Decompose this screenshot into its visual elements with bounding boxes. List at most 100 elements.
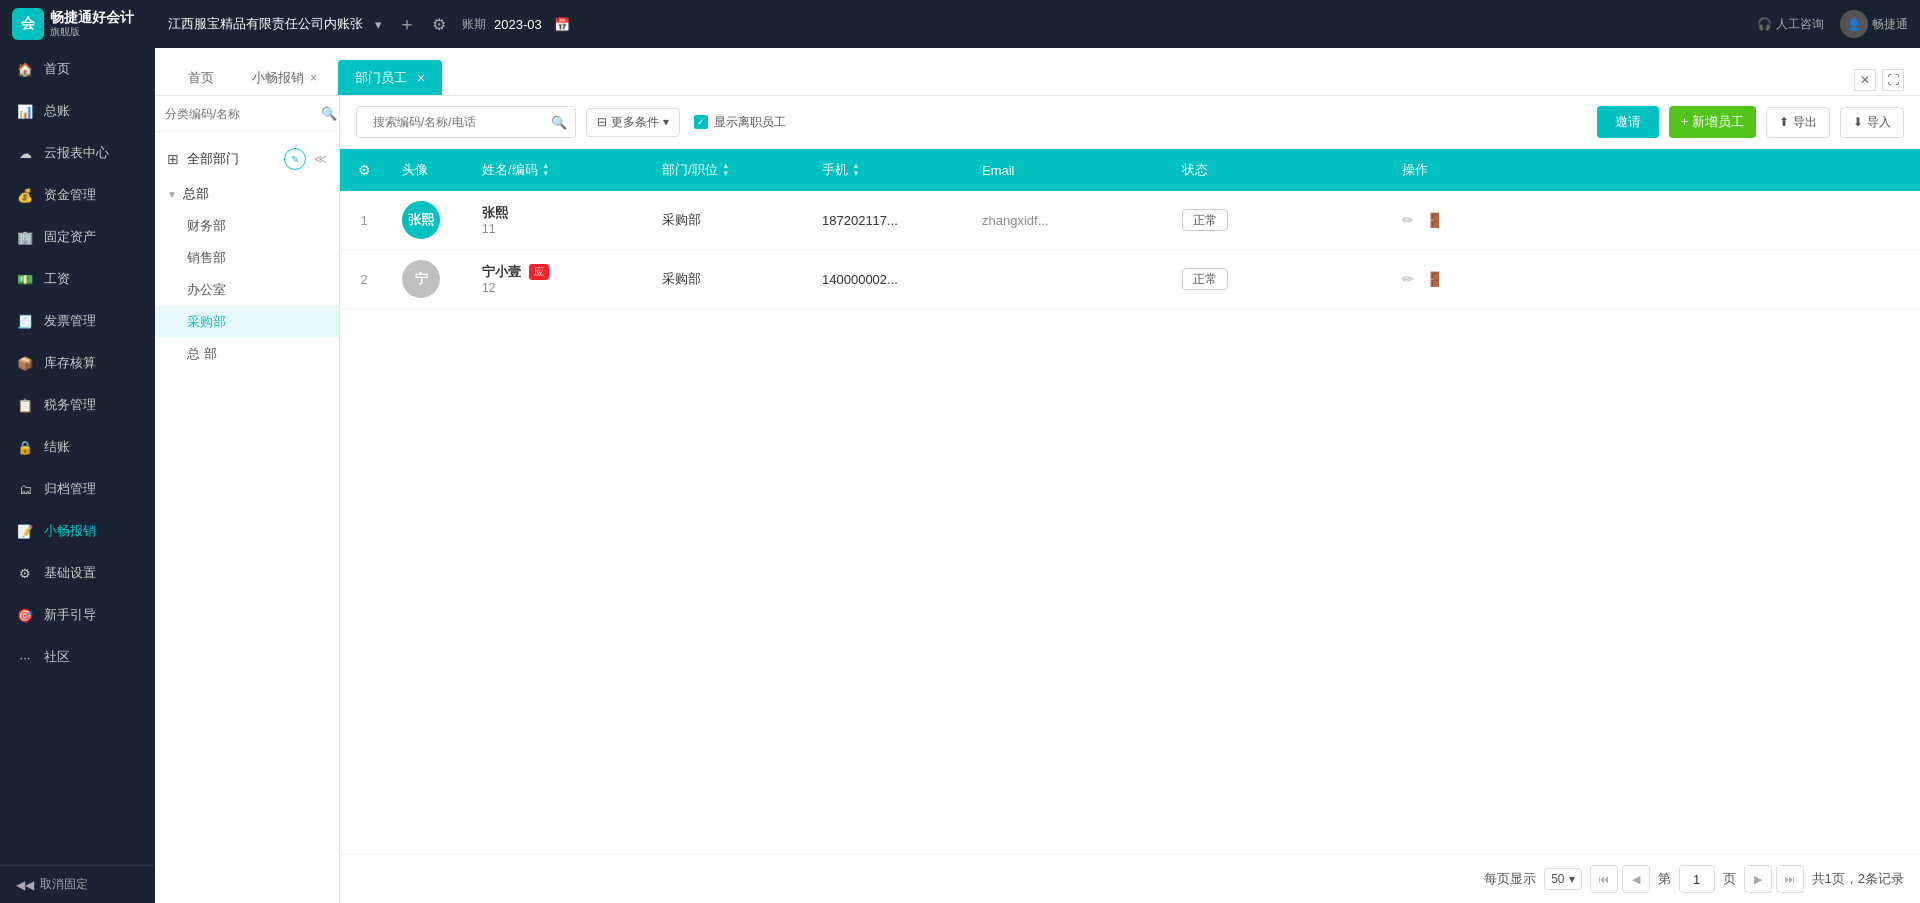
dept-edit-badge[interactable]: ✎	[284, 148, 306, 170]
page-size-select[interactable]: 50 ▾	[1544, 868, 1581, 890]
td-avatar: 张熙	[388, 191, 468, 250]
th-dept[interactable]: 部门/职位 ▲▼	[648, 149, 808, 191]
dept-child-purchase[interactable]: 采购部	[155, 306, 339, 338]
sidebar-label-invoice: 发票管理	[44, 312, 96, 330]
dept-child-general[interactable]: 总 部	[155, 338, 339, 370]
sidebar-unpin[interactable]: ◀◀ 取消固定	[0, 865, 155, 903]
employee-search-input[interactable]	[365, 111, 545, 133]
dept-search-input[interactable]	[165, 107, 315, 121]
content-area: 首页 小畅报销 × 部门员工 × ✕ ⛶ 🔍	[155, 48, 1920, 903]
expense-icon: 📝	[16, 522, 34, 540]
dept-child-sales[interactable]: 销售部	[155, 242, 339, 274]
user-label: 畅捷通	[1872, 16, 1908, 33]
sidebar-item-more[interactable]: ··· 社区	[0, 636, 155, 678]
sidebar-label-salary: 工资	[44, 270, 70, 288]
edit-icon[interactable]: ✏	[1402, 212, 1414, 228]
export-button[interactable]: ⬆ 导出	[1766, 107, 1830, 138]
page-next-btn[interactable]: ▶	[1744, 865, 1772, 893]
dept-search-icon[interactable]: 🔍	[321, 106, 337, 121]
dept-collapse-icon[interactable]: ≪	[314, 152, 327, 166]
period-value[interactable]: 2023-03	[494, 17, 542, 32]
tab-maximize[interactable]: ⛶	[1882, 69, 1904, 91]
sidebar-label-expense: 小畅报销	[44, 522, 96, 540]
page-prev-btn[interactable]: ◀	[1622, 865, 1650, 893]
logo-icon: 会	[12, 8, 44, 40]
sidebar-item-checkout[interactable]: 🔒 结账	[0, 426, 155, 468]
show-resigned-toggle[interactable]: ✓ 显示离职员工	[694, 114, 786, 131]
dept-child-finance[interactable]: 财务部	[155, 210, 339, 242]
tax-icon: 📋	[16, 396, 34, 414]
dept-office-label: 办公室	[187, 282, 226, 297]
sidebar-item-cloud-report[interactable]: ☁ 云报表中心	[0, 132, 155, 174]
service-button[interactable]: 🎧 人工咨询	[1757, 16, 1824, 33]
dept-general-label: 总 部	[187, 346, 217, 361]
invoice-icon: 🧾	[16, 312, 34, 330]
tab-expense-close[interactable]: ×	[310, 71, 317, 85]
sidebar-item-fund[interactable]: 💰 资金管理	[0, 174, 155, 216]
import-button[interactable]: ⬇ 导入	[1840, 107, 1904, 138]
per-page-label: 每页显示	[1484, 870, 1536, 888]
delete-icon[interactable]: 🚪	[1426, 212, 1443, 228]
sidebar-label-inventory: 库存核算	[44, 354, 96, 372]
sidebar-item-tax[interactable]: 📋 税务管理	[0, 384, 155, 426]
tab-dept-employee[interactable]: 部门员工 ×	[338, 60, 442, 95]
tab-dept-close[interactable]: ×	[417, 70, 425, 86]
table-header-row: ⚙ 头像 姓名/编码 ▲▼	[340, 149, 1920, 191]
page-first-btn[interactable]: ⏮	[1590, 865, 1618, 893]
delete-icon[interactable]: 🚪	[1426, 271, 1443, 287]
th-email: Email	[968, 149, 1168, 191]
sidebar-label-fund: 资金管理	[44, 186, 96, 204]
sidebar-item-inventory[interactable]: 📦 库存核算	[0, 342, 155, 384]
th-name[interactable]: 姓名/编码 ▲▼	[468, 149, 648, 191]
page-nav: ⏮ ◀ 第 页 ▶ ⏭	[1590, 865, 1804, 893]
page-suffix-label: 页	[1723, 870, 1736, 888]
filter-icon: ⊟	[597, 115, 607, 129]
sidebar-item-settings[interactable]: ⚙ 基础设置	[0, 552, 155, 594]
td-status: 正常	[1168, 250, 1388, 309]
pin-icon: ◀◀	[16, 878, 34, 892]
sidebar-item-home[interactable]: 🏠 首页	[0, 48, 155, 90]
invite-button[interactable]: 邀请	[1597, 106, 1659, 138]
settings-icon[interactable]: ⚙	[432, 15, 446, 34]
sidebar-item-guide[interactable]: 🎯 新手引导	[0, 594, 155, 636]
employee-search-icon[interactable]: 🔍	[551, 115, 567, 130]
tab-home[interactable]: 首页	[171, 60, 231, 95]
page-last-btn[interactable]: ⏭	[1776, 865, 1804, 893]
sidebar-item-asset[interactable]: 🏢 固定资产	[0, 216, 155, 258]
edit-icon[interactable]: ✏	[1402, 271, 1414, 287]
company-name: 江西服宝精品有限责任公司内账张	[168, 15, 363, 33]
td-action: ✏ 🚪	[1388, 250, 1920, 309]
td-name: 宁小壹 应 12	[468, 250, 648, 309]
dept-arrow-icon: ▼	[167, 189, 177, 200]
dept-parent-hq[interactable]: ▼ 总部	[155, 178, 339, 210]
add-tab-icon[interactable]: ＋	[398, 12, 416, 36]
th-phone[interactable]: 手机 ▲▼	[808, 149, 968, 191]
table-row: 2 宁 宁小壹 应 12 采购部 140000002... 正常 ✏ 🚪	[340, 250, 1920, 309]
show-resigned-label: 显示离职员工	[714, 114, 786, 131]
calendar-icon[interactable]: 📅	[554, 17, 570, 32]
show-resigned-checkbox[interactable]: ✓	[694, 115, 708, 129]
filter-button[interactable]: ⊟ 更多条件 ▾	[586, 108, 680, 137]
column-settings-icon[interactable]: ⚙	[358, 162, 371, 178]
sidebar-item-salary[interactable]: 💵 工资	[0, 258, 155, 300]
employee-name: 张熙	[482, 204, 508, 222]
dept-child-office[interactable]: 办公室	[155, 274, 339, 306]
sidebar-item-invoice[interactable]: 🧾 发票管理	[0, 300, 155, 342]
settings-nav-icon: ⚙	[16, 564, 34, 582]
sidebar-item-ledger[interactable]: 📊 总账	[0, 90, 155, 132]
name-sort-icon: ▲▼	[542, 162, 550, 178]
company-dropdown-icon[interactable]: ▾	[375, 17, 382, 32]
add-employee-button[interactable]: + 新增员工	[1669, 106, 1756, 138]
employee-avatar: 宁	[402, 260, 440, 298]
sidebar-item-expense[interactable]: 📝 小畅报销	[0, 510, 155, 552]
td-email	[968, 250, 1168, 309]
tab-expense[interactable]: 小畅报销 ×	[235, 60, 334, 95]
tab-close-window[interactable]: ✕	[1854, 69, 1876, 91]
dept-all-item[interactable]: ⊞ 全部部门 ✎ ≪	[155, 140, 339, 178]
page-number-input[interactable]	[1679, 865, 1715, 893]
more-icon: ···	[16, 648, 34, 666]
employee-table-area: ⚙ 头像 姓名/编码 ▲▼	[340, 149, 1920, 854]
user-menu[interactable]: 👤 畅捷通	[1840, 10, 1908, 38]
sidebar-item-archive[interactable]: 🗂 归档管理	[0, 468, 155, 510]
page-prefix-label: 第	[1658, 870, 1671, 888]
